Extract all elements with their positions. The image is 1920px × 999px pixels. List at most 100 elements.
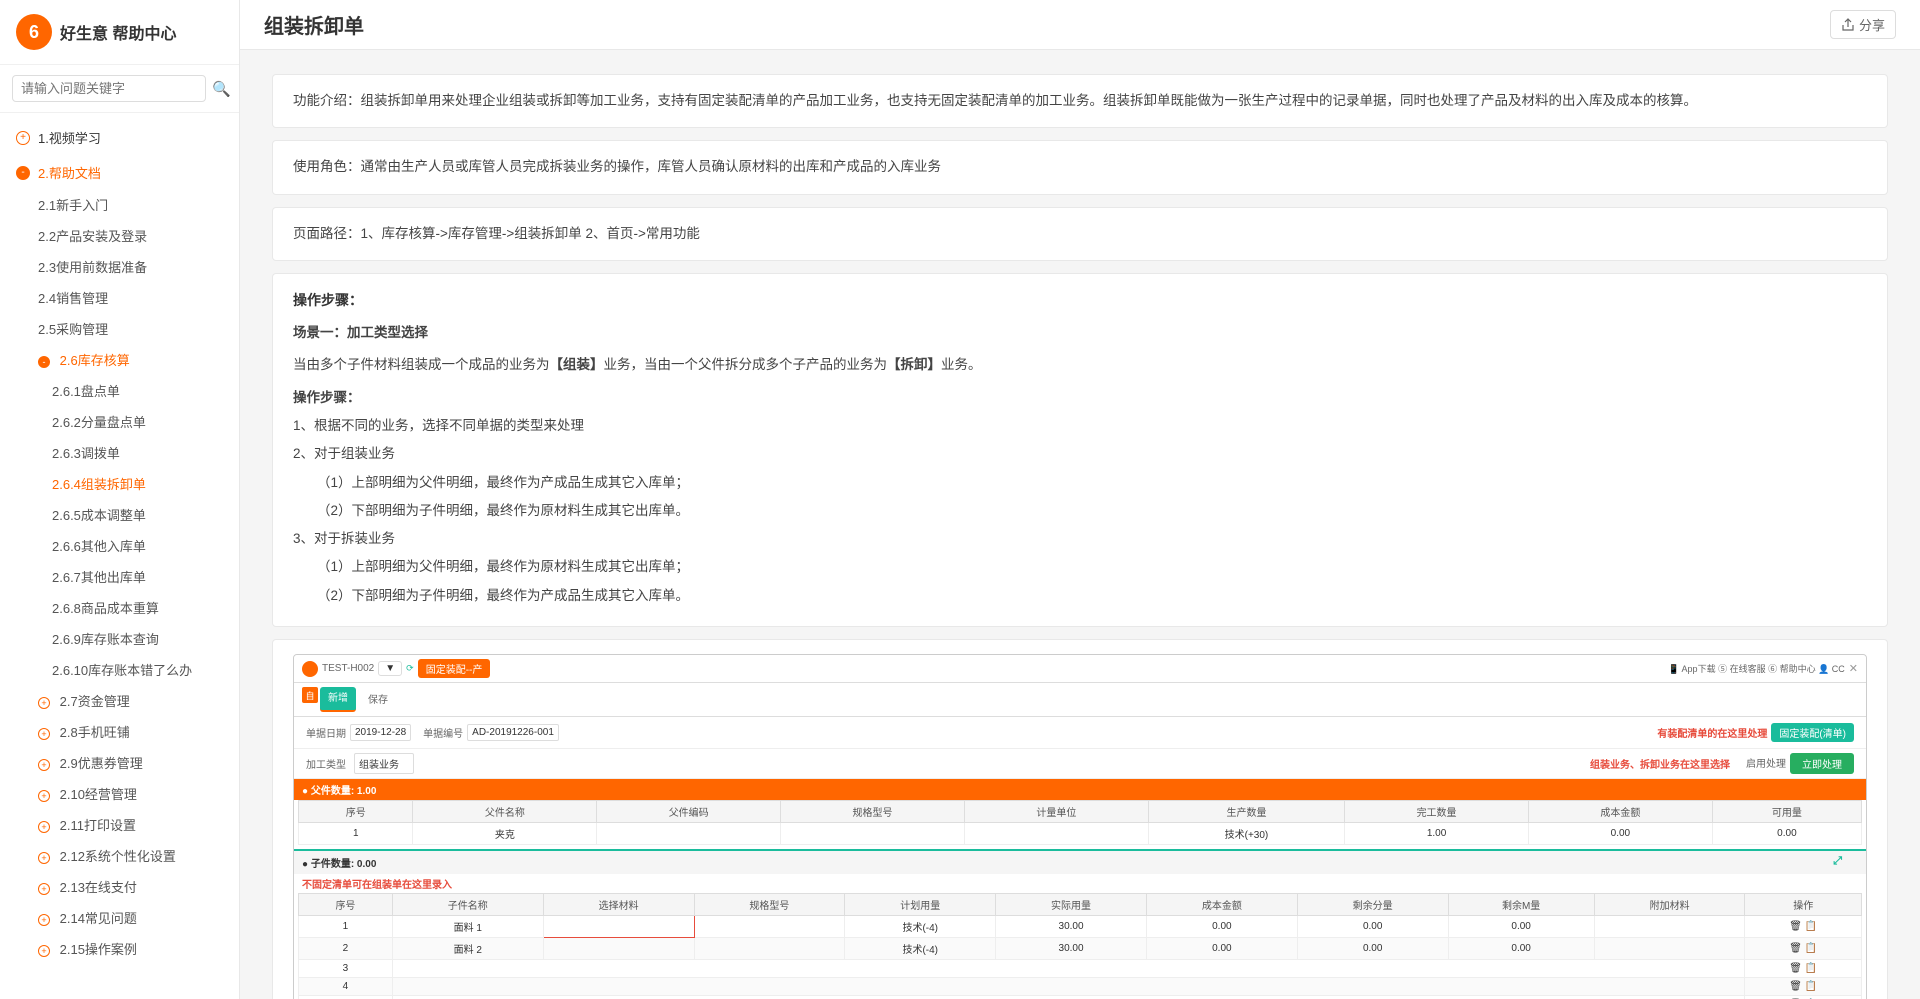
mock-right-actions: 启用处理 立即处理 [1746,753,1854,774]
mock-bottom-table: 序号 子件名称 选择材料 规格型号 计划用量 实际用量 成本金额 剩余分量 剩余 [298,893,1862,999]
main-panel: 组装拆卸单 分享 功能介绍：组装拆卸单用来处理企业组装或拆卸等加工业务，支持有固… [240,0,1920,999]
mock-annotation2-text: 组装业务、拆卸业务在这里选择 [1590,756,1730,771]
sidebar-item-assembly[interactable]: 2.6.4组装拆卸单 [0,468,239,499]
logo-bar: 6 好生意 帮助中心 [0,0,239,65]
mock-btd-spec-2 [694,938,845,960]
mock-form-row1: 单据日期 2019-12-28 单据编号 AD-20191226-001 有装配… [294,717,1866,749]
sidebar-item-personalize[interactable]: + 2.12系统个性化设置 [0,840,239,871]
sidebar-item-install[interactable]: 2.2产品安装及登录 [0,220,239,251]
sidebar-item-sales[interactable]: 2.4销售管理 [0,282,239,313]
mock-th-cost: 成本金额 [1528,801,1712,823]
mock-date-field: 单据日期 2019-12-28 [306,724,411,741]
expand-icon: + [16,131,30,145]
mock-annotation1-text: 有装配清单的在这里处理 [1657,725,1767,740]
sidebar-item-payment[interactable]: + 2.13在线支付 [0,871,239,902]
collapse-sub-icon: - [38,356,50,368]
sidebar-item-mobile[interactable]: + 2.8手机旺铺 [0,716,239,747]
mock-expand-icon[interactable]: ⤢ [1833,855,1842,868]
feature-intro-block: 功能介绍：组装拆卸单用来处理企业组装或拆卸等加工业务，支持有固定装配清单的产品加… [272,74,1888,128]
mock-bottom-section: ● 子件数量: 0.00 ⤢ [294,849,1866,874]
search-icon[interactable]: 🔍 [212,80,231,98]
expand-finance-icon: + [38,697,50,709]
mock-logo [302,661,318,677]
mock-th-spec: 规格型号 [781,801,965,823]
mock-app-screenshot: TEST-H002 ▼ ⟳ 固定装配--产 📱 App下载 ⑤ 在线客服 ⑥ 帮… [293,654,1867,999]
mock-btd-remain2-1: 0.00 [1448,916,1594,938]
mock-btd-empty-3 [392,960,1745,978]
mock-btd-extra-2 [1594,938,1745,960]
mock-refresh-area: ⟳ [406,663,414,674]
mock-no-field: 单据编号 AD-20191226-001 [423,724,559,741]
sidebar-item-cost-adjust[interactable]: 2.6.5成本调整单 [0,499,239,530]
search-input[interactable] [12,75,206,102]
sidebar-item-stocktake[interactable]: 2.6.1盘点单 [0,375,239,406]
mock-td-parent-code [597,823,781,845]
sidebar-item-coupon[interactable]: + 2.9优惠券管理 [0,747,239,778]
mock-btd-act-1: 🗑 📋 [1745,916,1862,938]
sidebar-item-inventory[interactable]: - 2.6库存核算 [0,344,239,375]
sidebar-item-stock-ledger[interactable]: 2.6.9库存账本查询 [0,623,239,654]
mock-top-table-container: 序号 父件名称 父件编码 规格型号 计量单位 生产数量 完工数量 成本金额 可用 [294,800,1866,849]
mock-bth-seq: 序号 [299,894,393,916]
mock-td-prod-qty: 技术(+30) [1148,823,1344,845]
sidebar-item-data-prep[interactable]: 2.3使用前数据准备 [0,251,239,282]
mock-btd-mat-2 [543,938,694,960]
mock-annotation3-area: 不固定清单可在组装单在这里录入 [294,874,1866,893]
sidebar-item-mgmt[interactable]: + 2.10经营管理 [0,778,239,809]
mock-no-input[interactable]: AD-20191226-001 [467,724,559,741]
sidebar-item-purchase[interactable]: 2.5采购管理 [0,313,239,344]
mock-bth-extra: 附加材料 [1594,894,1745,916]
sidebar-item-cases[interactable]: + 2.15操作案例 [0,933,239,964]
steps-header: 操作步骤： [293,288,1867,313]
sidebar-item-other-out[interactable]: 2.6.7其他出库单 [0,561,239,592]
sidebar-item-print[interactable]: + 2.11打印设置 [0,809,239,840]
mock-top-table: 序号 父件名称 父件编码 规格型号 计量单位 生产数量 完工数量 成本金额 可用 [298,800,1862,845]
mock-btd-spec-1 [694,916,845,938]
mock-fixed-bom-select-btn[interactable]: 固定装配(清单) [1771,723,1854,742]
mock-form-annotation-area: 单据日期 2019-12-28 单据编号 AD-20191226-001 有装配… [294,717,1866,779]
sidebar-item-cost-recalc[interactable]: 2.6.8商品成本重算 [0,592,239,623]
page-title: 组装拆卸单 [264,10,364,39]
mock-form-row2: 加工类型 组装业务 组装业务、拆卸业务在这里选择 启用处理 立即处理 [294,749,1866,779]
sidebar-item-partial-stocktake[interactable]: 2.6.2分量盘点单 [0,406,239,437]
mock-date-input[interactable]: 2019-12-28 [350,724,411,741]
search-bar: 🔍 [0,65,239,113]
sidebar-item-other-in[interactable]: 2.6.6其他入库单 [0,530,239,561]
step-3-2: （2）下部明细为子件明细，最终作为产成品生成其它入库单。 [317,584,1867,608]
mock-enable-text: 启用处理 [1746,753,1786,774]
screenshot-block: TEST-H002 ▼ ⟳ 固定装配--产 📱 App下载 ⑤ 在线客服 ⑥ 帮… [272,639,1888,999]
mock-tab-save[interactable]: 保存 [358,687,398,712]
mock-btd-act-2: 🗑 📋 [1745,938,1862,960]
sidebar-item-transfer[interactable]: 2.6.3调拨单 [0,437,239,468]
sidebar-item-faq[interactable]: + 2.14常见问题 [0,902,239,933]
sidebar-item-beginner[interactable]: 2.1新手入门 [0,189,239,220]
sidebar-item-stock-error[interactable]: 2.6.10库存账本错了么办 [0,654,239,685]
nav-section-1: + 1.视频学习 [0,121,239,154]
mock-section-title-text: ● 父件数量: 1.00 [302,786,376,797]
sidebar-item-docs[interactable]: - 2.帮助文档 [0,156,239,189]
mock-company-id: TEST-H002 [322,663,374,674]
content-area: 功能介绍：组装拆卸单用来处理企业组装或拆卸等加工业务，支持有固定装配清单的产品加… [240,50,1920,999]
mock-btd-name-1: 面料 1 [392,916,543,938]
share-button[interactable]: 分享 [1830,10,1896,39]
share-icon [1841,18,1855,32]
mock-no-label: 单据编号 [423,725,463,740]
mock-bth-plan-qty: 计划用量 [845,894,996,916]
mock-titlebar-right: 📱 App下载 ⑤ 在线客服 ⑥ 帮助中心 👤 CC ✕ [1668,662,1858,675]
mock-type-select[interactable]: 组装业务 [354,753,414,774]
table-row: 4🗑 📋 [299,978,1862,996]
sidebar-item-finance[interactable]: + 2.7资金管理 [0,685,239,716]
page-path-block: 页面路径：1、库存核算->库存管理->组装拆卸单 2、首页->常用功能 [272,207,1888,261]
mock-btd-plan-1: 技术(-4) [845,916,996,938]
mock-bth-actual-qty: 实际用量 [996,894,1147,916]
mock-main-content: ● 父件数量: 1.00 序号 父件名称 父件编码 规格型 [294,779,1866,999]
mock-titlebar-left: TEST-H002 ▼ ⟳ 固定装配--产 [302,659,1660,678]
mock-close-icon[interactable]: ✕ [1849,662,1858,675]
mock-annotation3-text: 不固定清单可在组装单在这里录入 [294,874,1866,893]
sidebar-item-videos[interactable]: + 1.视频学习 [0,121,239,154]
mock-fixed-bom-btn[interactable]: 固定装配--产 [418,659,491,678]
mock-nav-tabs: 自 新增 保存 [294,683,1866,717]
mock-save-btn[interactable]: 立即处理 [1790,753,1854,774]
mock-th-unit: 计量单位 [964,801,1148,823]
mock-tab-new[interactable]: 新增 [320,687,356,712]
